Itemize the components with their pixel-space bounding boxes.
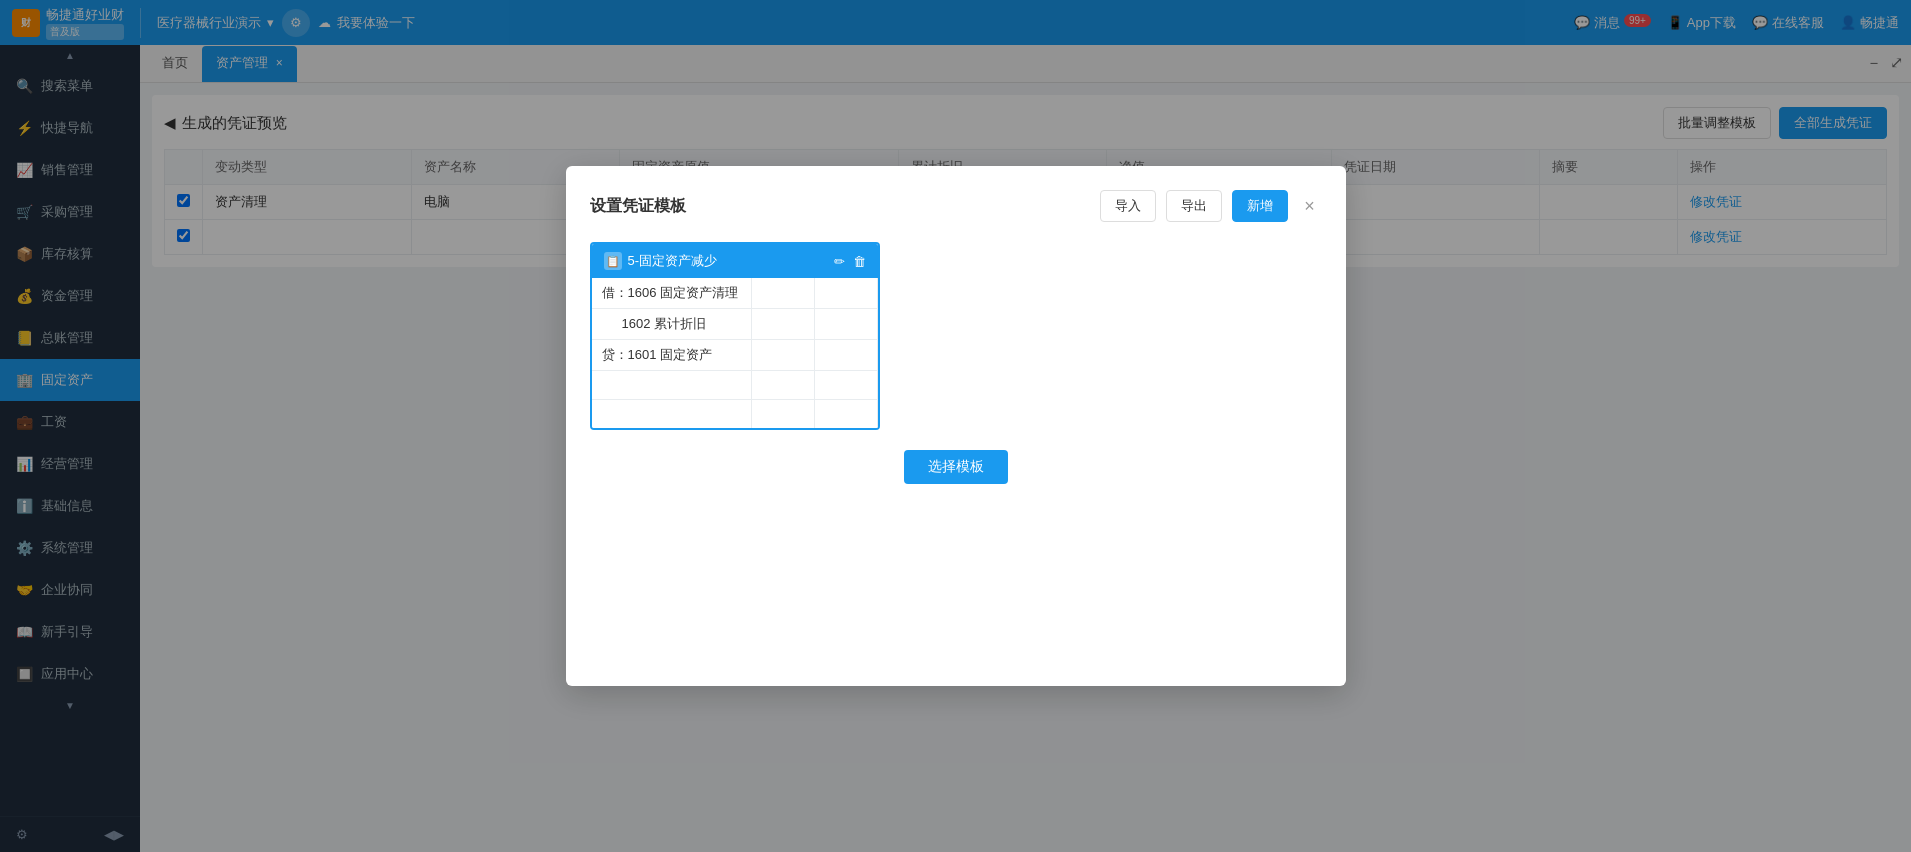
template-line-debit-1606: 借：1606 固定资产清理	[592, 278, 752, 308]
template-col2-3	[752, 340, 815, 370]
template-empty-cell-1	[592, 371, 752, 399]
template-col2-2	[752, 309, 815, 339]
voucher-template-modal: 设置凭证模板 导入 导出 新增 × 📋 5-固定资产减少 ✏ 🗑	[566, 166, 1346, 686]
select-template-btn[interactable]: 选择模板	[904, 450, 1008, 484]
template-card-body: 借：1606 固定资产清理 1602 累计折旧 贷：1601 固定资产	[592, 278, 878, 428]
template-select-area: 选择模板	[590, 450, 1322, 484]
template-empty-col3-2	[815, 400, 878, 428]
modal-header: 设置凭证模板 导入 导出 新增 ×	[590, 190, 1322, 222]
modal-title: 设置凭证模板	[590, 196, 686, 217]
template-card-header: 📋 5-固定资产减少 ✏ 🗑	[592, 244, 878, 278]
template-name: 5-固定资产减少	[628, 252, 718, 270]
template-line-credit-1601: 贷：1601 固定资产	[592, 340, 752, 370]
import-btn[interactable]: 导入	[1100, 190, 1156, 222]
template-type-icon: 📋	[604, 252, 622, 270]
template-line-1602: 1602 累计折旧	[592, 309, 752, 339]
template-card: 📋 5-固定资产减少 ✏ 🗑 借：1606 固定资产清理 1602 累计折旧	[590, 242, 880, 430]
template-card-actions: ✏ 🗑	[834, 254, 866, 269]
new-template-btn[interactable]: 新增	[1232, 190, 1288, 222]
template-empty-col2-2	[752, 400, 815, 428]
modal-toolbar: 导入 导出 新增	[1100, 190, 1288, 222]
template-edit-icon[interactable]: ✏	[834, 254, 845, 269]
template-col3-2	[815, 309, 878, 339]
modal-close-btn[interactable]: ×	[1298, 194, 1322, 218]
template-col2-1	[752, 278, 815, 308]
template-col3-1	[815, 278, 878, 308]
template-empty-col2-1	[752, 371, 815, 399]
template-header-left: 📋 5-固定资产减少	[604, 252, 718, 270]
template-empty-col3-1	[815, 371, 878, 399]
modal-overlay: 设置凭证模板 导入 导出 新增 × 📋 5-固定资产减少 ✏ 🗑	[0, 0, 1911, 852]
template-delete-icon[interactable]: 🗑	[853, 254, 866, 269]
template-col3-3	[815, 340, 878, 370]
export-btn[interactable]: 导出	[1166, 190, 1222, 222]
template-empty-cell-2	[592, 400, 752, 428]
